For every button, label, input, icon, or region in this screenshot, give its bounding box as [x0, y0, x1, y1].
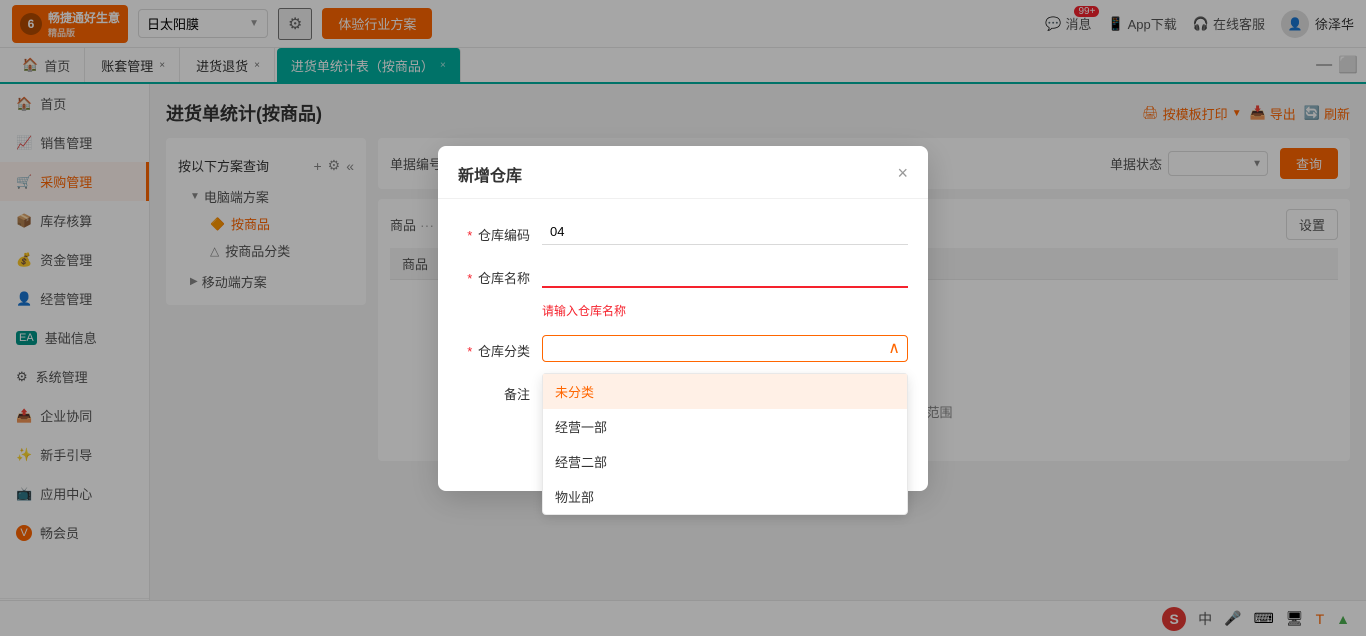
modal-header: 新增仓库 × [438, 146, 928, 199]
modal-close-button[interactable]: × [897, 163, 908, 184]
modal-body: * 仓库编码 * 仓库名称 请输入仓库名称 * [438, 199, 928, 428]
dropdown-item-2[interactable]: 经营二部 [543, 444, 907, 479]
category-row: * 仓库分类 ∧ 未分类 经营一部 经营二部 物业部 [458, 335, 908, 362]
category-required: * [467, 344, 472, 359]
code-row: * 仓库编码 [458, 219, 908, 245]
note-label: 备注 [458, 378, 530, 403]
dropdown-item-3[interactable]: 物业部 [543, 479, 907, 514]
modal: 新增仓库 × * 仓库编码 * 仓库名称 [438, 146, 928, 491]
code-required: * [467, 228, 472, 243]
name-input[interactable] [542, 261, 908, 288]
name-error-msg: 请输入仓库名称 [542, 302, 626, 319]
modal-title: 新增仓库 [458, 162, 522, 186]
category-select-wrap: ∧ 未分类 经营一部 经营二部 物业部 [542, 335, 908, 362]
code-input[interactable] [542, 219, 908, 245]
category-input[interactable] [542, 335, 908, 362]
name-required: * [467, 271, 472, 286]
modal-overlay: 新增仓库 × * 仓库编码 * 仓库名称 [0, 0, 1366, 636]
category-dropdown: 未分类 经营一部 经营二部 物业部 [542, 373, 908, 515]
category-label: * 仓库分类 [458, 335, 530, 360]
code-label: * 仓库编码 [458, 219, 530, 244]
name-row: * 仓库名称 请输入仓库名称 [458, 261, 908, 319]
dropdown-item-1[interactable]: 经营一部 [543, 409, 907, 444]
name-label: * 仓库名称 [458, 262, 530, 287]
dropdown-item-0[interactable]: 未分类 [543, 374, 907, 409]
